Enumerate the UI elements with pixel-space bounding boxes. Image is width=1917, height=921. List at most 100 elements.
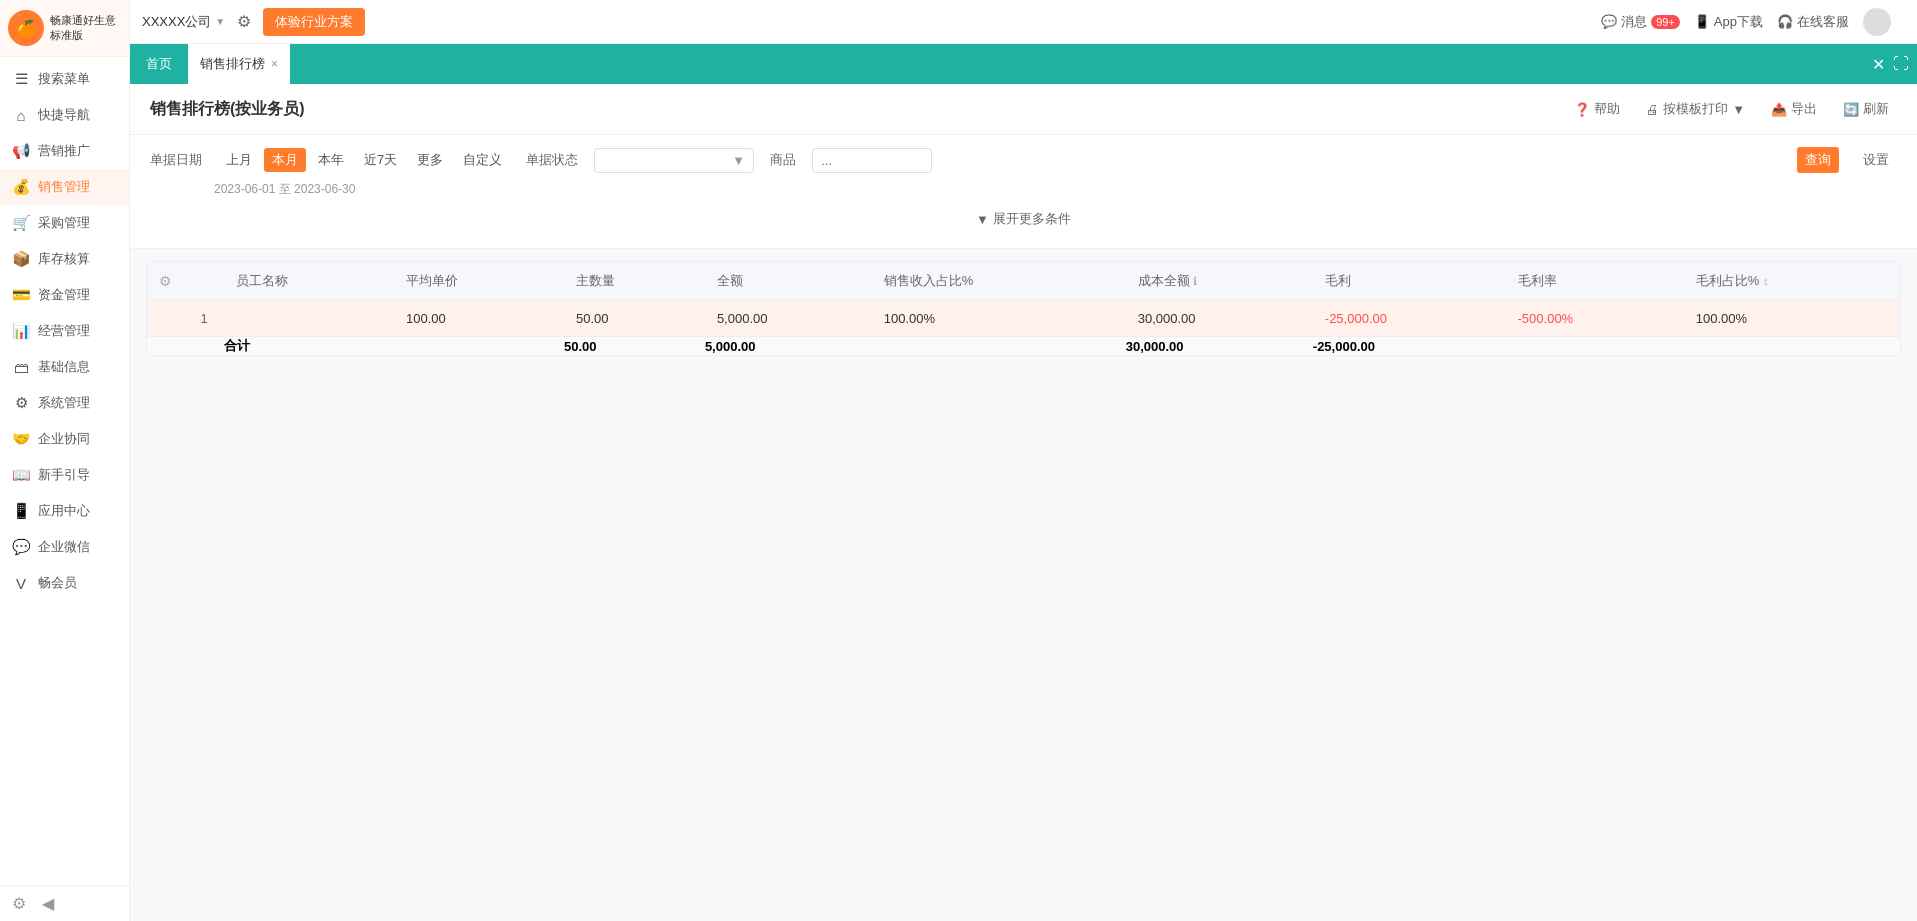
date-filter-label: 单据日期 <box>150 151 202 169</box>
help-button[interactable]: ❓ 帮助 <box>1566 96 1628 122</box>
nav-icon: 💰 <box>12 178 30 196</box>
expand-icon: ▼ <box>976 212 989 227</box>
col-quantity: 主数量 <box>564 262 705 301</box>
sidebar-item-系统管理[interactable]: ⚙系统管理 <box>0 385 129 421</box>
message-badge: 99+ <box>1651 15 1680 29</box>
goods-input[interactable]: ... <box>812 148 932 173</box>
tab-close-icon[interactable]: × <box>271 57 278 71</box>
row-gross-rate: -500.00% <box>1506 301 1684 337</box>
message-icon: 💬 <box>1601 14 1617 29</box>
query-button[interactable]: 查询 <box>1797 147 1839 173</box>
content-area: 销售排行榜(按业务员) ❓ 帮助 🖨 按模板打印 ▼ 📤 导出 🔄 刷新 <box>130 84 1917 921</box>
sidebar-item-库存核算[interactable]: 📦 库存核算 <box>0 241 129 277</box>
trial-button[interactable]: 体验行业方案 <box>263 8 365 36</box>
nav-label: 企业协同 <box>38 430 90 448</box>
expand-button[interactable]: ▼ 展开更多条件 <box>964 206 1083 232</box>
user-avatar[interactable] <box>1863 8 1891 36</box>
nav-icon: 📦 <box>12 250 30 268</box>
tab-minimize-icon[interactable]: ✕ <box>1872 55 1885 74</box>
col-amount: 全额 <box>705 262 872 301</box>
sidebar-item-应用中心[interactable]: 📱应用中心 <box>0 493 129 529</box>
refresh-button[interactable]: 🔄 刷新 <box>1835 96 1897 122</box>
nav-icon: ⌂ <box>12 107 30 124</box>
row-quantity: 50.00 <box>564 301 705 337</box>
nav-label: 营销推广 <box>38 142 90 160</box>
sidebar-item-搜索菜单[interactable]: ☰搜索菜单 <box>0 61 129 97</box>
nav-label: 搜索菜单 <box>38 70 90 88</box>
message-area[interactable]: 💬 消息 99+ <box>1601 13 1680 31</box>
status-select[interactable]: ▼ <box>594 148 754 173</box>
column-settings-icon[interactable]: ⚙ <box>159 273 172 289</box>
sidebar: 🍊 畅康通好生意 标准版 ☰搜索菜单 ⌂ 快捷导航 📢营销推广💰销售管理🛒采购管理 📦 库… <box>0 0 130 921</box>
row-gross-pct: 100.00% <box>1684 301 1900 337</box>
print-button[interactable]: 🖨 按模板打印 ▼ <box>1638 96 1753 122</box>
app-download-icon: 📱 <box>1694 14 1710 29</box>
export-icon: 📤 <box>1771 102 1787 117</box>
sidebar-item-基础信息[interactable]: 🗃基础信息 <box>0 349 129 385</box>
sidebar-item-新手引导[interactable]: 📖新手引导 <box>0 457 129 493</box>
footer-sales-pct <box>872 337 1126 356</box>
tab-active-label: 销售排行榜 <box>200 55 265 73</box>
tab-maximize-icon[interactable]: ⛶ <box>1893 55 1909 73</box>
topbar: XXXXX公司 ▼ ⚙ 体验行业方案 💬 消息 99+ 📱 App下载 🎧 在线… <box>130 0 1917 44</box>
nav-icon: 🤝 <box>12 430 30 448</box>
message-label: 消息 <box>1621 13 1647 31</box>
settings-button[interactable]: 设置 <box>1855 147 1897 173</box>
footer-gross-rate <box>1506 337 1684 356</box>
sidebar-item-经营管理[interactable]: 📊经营管理 <box>0 313 129 349</box>
table-row: 1 100.00 50.00 5,000.00 100.00% 30,000.0… <box>147 301 1900 337</box>
sidebar-item-采购管理[interactable]: 🛒采购管理 <box>0 205 129 241</box>
nav-label: 快捷导航 <box>38 106 90 124</box>
tab-home[interactable]: 首页 <box>130 44 188 84</box>
online-service-label: 在线客服 <box>1797 13 1849 31</box>
col-gross: 毛利 <box>1313 262 1506 301</box>
filter-date-tabs: 上月 本月 本年 近7天 更多 自定义 <box>218 148 510 172</box>
sidebar-item-企业协同[interactable]: 🤝 企业协同 <box>0 421 129 457</box>
tab-current-month[interactable]: 本月 <box>264 148 306 172</box>
headset-icon: 🎧 <box>1777 14 1793 29</box>
sidebar-item-营销推广[interactable]: 📢营销推广 <box>0 133 129 169</box>
footer-cost: 30,000.00 <box>1126 337 1313 356</box>
sidebar-item-畅会员[interactable]: V畅会员 <box>0 565 129 601</box>
table-footer-row: 合计 50.00 5,000.00 30,000.00 -25,000.00 <box>147 337 1900 356</box>
row-rank: 1 <box>184 301 224 337</box>
app-download-area[interactable]: 📱 App下载 <box>1694 13 1763 31</box>
nav-icon: 📊 <box>12 322 30 340</box>
print-dropdown-icon: ▼ <box>1732 102 1745 117</box>
nav-label: 畅会员 <box>38 574 77 592</box>
footer-amount: 5,000.00 <box>705 337 872 356</box>
goods-filter-label: 商品 <box>770 151 796 169</box>
col-cost: 成本全额 ℹ <box>1126 262 1313 301</box>
tab-sales-ranking[interactable]: 销售排行榜 × <box>188 44 290 84</box>
nav-label: 库存核算 <box>38 250 90 268</box>
nav-label: 资金管理 <box>38 286 90 304</box>
nav-icon: 🗃 <box>12 359 30 376</box>
tab-more[interactable]: 更多 <box>409 148 451 172</box>
page-actions: ❓ 帮助 🖨 按模板打印 ▼ 📤 导出 🔄 刷新 <box>1566 96 1897 122</box>
tab-custom[interactable]: 自定义 <box>455 148 510 172</box>
company-select[interactable]: XXXXX公司 ▼ <box>142 13 225 31</box>
topbar-settings-icon[interactable]: ⚙ <box>237 12 251 31</box>
data-table-wrap: ⚙ 员工名称 平均单价 主数量 全额 销售收入占比% 成本全额 ℹ 毛利 毛利率… <box>146 261 1901 356</box>
expand-row: ▼ 展开更多条件 <box>150 202 1897 236</box>
help-icon: ❓ <box>1574 102 1590 117</box>
nav-icon: 💬 <box>12 538 30 556</box>
tab-7days[interactable]: 近7天 <box>356 148 405 172</box>
status-dropdown-icon: ▼ <box>732 153 745 168</box>
nav-icon: 🛒 <box>12 214 30 232</box>
row-settings <box>147 301 184 337</box>
sidebar-item-资金管理[interactable]: 💳资金管理 <box>0 277 129 313</box>
export-button[interactable]: 📤 导出 <box>1763 96 1825 122</box>
sidebar-item-销售管理[interactable]: 💰销售管理 <box>0 169 129 205</box>
online-service-area[interactable]: 🎧 在线客服 <box>1777 13 1849 31</box>
sidebar-item-企业微信[interactable]: 💬企业微信 <box>0 529 129 565</box>
footer-quantity: 50.00 <box>564 337 705 356</box>
sidebar-logo: 🍊 畅康通好生意 标准版 <box>0 0 129 57</box>
sidebar-settings-icon[interactable]: ⚙ <box>12 894 26 913</box>
col-name: 员工名称 <box>224 262 394 301</box>
date-range-display: 2023-06-01 至 2023-06-30 <box>214 181 1897 198</box>
tab-last-month[interactable]: 上月 <box>218 148 260 172</box>
tab-current-year[interactable]: 本年 <box>310 148 352 172</box>
sidebar-collapse-icon[interactable]: ◀ <box>42 894 54 913</box>
sidebar-item-快捷导航[interactable]: ⌂ 快捷导航 <box>0 97 129 133</box>
